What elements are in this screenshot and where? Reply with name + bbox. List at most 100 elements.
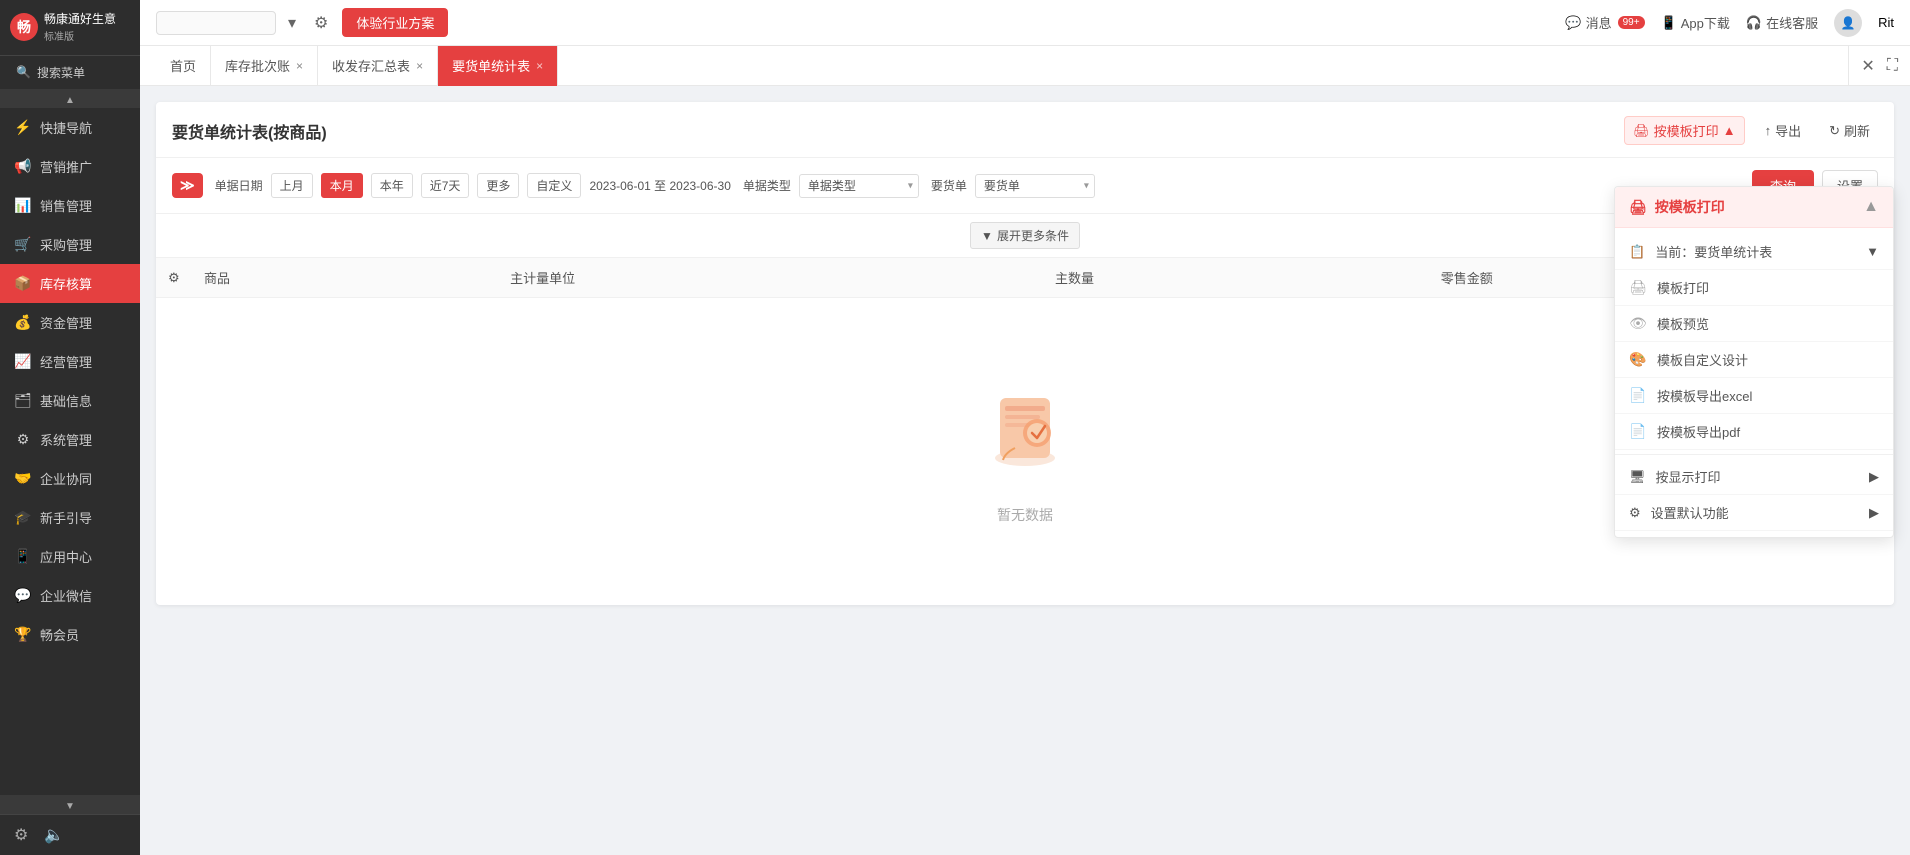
sidebar-item-basic[interactable]: 🗂 基础信息 [0, 381, 140, 420]
avatar-placeholder: 👤 [1841, 16, 1856, 30]
display-print-arrow-icon: ▶ [1869, 469, 1879, 485]
tab-receipt-summary-close[interactable]: × [416, 59, 423, 73]
order-status-wrapper: 要货单 ▾ [975, 174, 1095, 198]
date-btn-last-month[interactable]: 上月 [271, 173, 313, 198]
trial-button[interactable]: 体验行业方案 [342, 8, 448, 37]
tab-close-all-button[interactable]: ✕ [1859, 54, 1876, 78]
refresh-button[interactable]: ↻ 刷新 [1821, 117, 1878, 144]
tab-expand-button[interactable]: ⛶ [1885, 55, 1900, 77]
sound-icon[interactable]: 🔈 [44, 825, 64, 845]
display-print-icon: 🖥 [1629, 469, 1646, 485]
sidebar-item-finance[interactable]: 💰 资金管理 [0, 303, 140, 342]
sidebar-item-member[interactable]: 🏆 畅会员 [0, 615, 140, 654]
sidebar-nav: ⚡ 快捷导航 📢 营销推广 📊 销售管理 🛒 采购管理 📦 库存核算 💰 资金管… [0, 108, 140, 795]
app-icon: 📱 [1661, 15, 1677, 31]
sidebar-item-system[interactable]: ⚙ 系统管理 [0, 420, 140, 459]
expand-label: 展开更多条件 [997, 227, 1069, 244]
wechat-icon: 💬 [14, 586, 32, 604]
filter-date-group: 单据日期 上月 本月 本年 近7天 更多 自定义 2023-06-01 至 20… [215, 173, 731, 198]
sidebar-item-operation[interactable]: 📈 经营管理 [0, 342, 140, 381]
expand-more-button[interactable]: ▼ 展开更多条件 [970, 222, 1080, 249]
date-btn-more[interactable]: 更多 [477, 173, 519, 198]
template-preview-icon: 👁 [1629, 315, 1647, 333]
header-right: 💬 消息 99+ 📱 App下载 🎧 在线客服 👤 Rit [1565, 9, 1894, 37]
header-search-input[interactable] [156, 11, 276, 35]
online-service-item[interactable]: 🎧 在线客服 [1746, 13, 1818, 32]
sidebar-item-wechat[interactable]: 💬 企业微信 [0, 576, 140, 615]
guide-icon: 🎓 [14, 508, 32, 526]
tab-batch-account[interactable]: 库存批次账 × [211, 46, 318, 86]
print-dropdown-icon: 🖨 [1629, 199, 1647, 216]
order-status-select[interactable]: 要货单 [975, 174, 1095, 198]
sidebar-scroll-down[interactable]: ▼ [0, 795, 140, 814]
col-settings: ⚙ [156, 258, 192, 298]
export-button[interactable]: ↑ 导出 [1757, 117, 1810, 144]
export-pdf-item[interactable]: 📄 按模板导出pdf [1615, 414, 1893, 450]
app-download-item[interactable]: 📱 App下载 [1661, 13, 1730, 32]
logo-name: 畅康通好生意 [44, 12, 116, 28]
apps-icon: 📱 [14, 547, 32, 565]
template-print-item[interactable]: 🖨 模板打印 [1615, 270, 1893, 306]
display-print-section[interactable]: 🖥 按显示打印 ▶ [1615, 459, 1893, 495]
settings-icon[interactable]: ⚙ [14, 825, 28, 845]
message-label: 消息 [1586, 13, 1612, 32]
header-dropdown-button[interactable]: ▾ [284, 13, 300, 33]
tab-order-stats[interactable]: 要货单统计表 × [438, 46, 558, 86]
display-print-label: 按显示打印 [1656, 467, 1721, 486]
sidebar-item-inventory[interactable]: 📦 库存核算 [0, 264, 140, 303]
doctype-label: 单据类型 [743, 177, 791, 194]
date-btn-custom[interactable]: 自定义 [527, 173, 581, 198]
sidebar-item-label: 企业微信 [40, 586, 92, 605]
col-settings-icon[interactable]: ⚙ [168, 270, 180, 285]
date-btn-this-month[interactable]: 本月 [321, 173, 363, 198]
date-btn-7days[interactable]: 近7天 [421, 173, 470, 198]
export-icon: ↑ [1765, 123, 1772, 138]
avatar[interactable]: 👤 [1834, 9, 1862, 37]
export-label: 导出 [1775, 121, 1801, 140]
date-range-display: 2023-06-01 至 2023-06-30 [589, 177, 730, 194]
date-btn-this-year[interactable]: 本年 [371, 173, 413, 198]
sidebar-item-guide[interactable]: 🎓 新手引导 [0, 498, 140, 537]
message-item[interactable]: 💬 消息 99+ [1565, 13, 1644, 32]
default-func-left: ⚙ 设置默认功能 [1629, 503, 1729, 522]
marketing-icon: 📢 [14, 157, 32, 175]
sidebar-search[interactable]: 🔍 搜索菜单 [0, 56, 140, 89]
template-preview-item[interactable]: 👁 模板预览 [1615, 306, 1893, 342]
display-print-left: 🖥 按显示打印 [1629, 467, 1721, 486]
template-design-item[interactable]: 🎨 模板自定义设计 [1615, 342, 1893, 378]
template-print-label: 模板打印 [1657, 278, 1709, 297]
sidebar-item-sales[interactable]: 📊 销售管理 [0, 186, 140, 225]
search-icon: 🔍 [16, 65, 31, 79]
sidebar-item-collab[interactable]: 🤝 企业协同 [0, 459, 140, 498]
sidebar: 畅 畅康通好生意 标准版 🔍 搜索菜单 ▲ ⚡ 快捷导航 📢 营销推广 📊 销售… [0, 0, 140, 855]
tab-receipt-summary[interactable]: 收发存汇总表 × [318, 46, 438, 86]
print-dropdown-close-button[interactable]: ▲ [1863, 198, 1879, 216]
printer-icon: 🖨 [1633, 123, 1650, 139]
doctype-select-wrapper: 单据类型 ▾ [799, 174, 919, 198]
refresh-icon: ↻ [1829, 123, 1840, 139]
sidebar-item-label: 快捷导航 [40, 118, 92, 137]
export-excel-item[interactable]: 📄 按模板导出excel [1615, 378, 1893, 414]
sales-icon: 📊 [14, 196, 32, 214]
header-settings-button[interactable]: ⚙ [308, 13, 334, 33]
sidebar-item-label: 销售管理 [40, 196, 92, 215]
tab-order-stats-close[interactable]: × [536, 59, 543, 73]
default-func-arrow-icon: ▶ [1869, 505, 1879, 521]
sidebar-scroll-up[interactable]: ▲ [0, 89, 140, 108]
default-func-section[interactable]: ⚙ 设置默认功能 ▶ [1615, 495, 1893, 531]
default-func-icon: ⚙ [1629, 505, 1641, 521]
sidebar-item-apps[interactable]: 📱 应用中心 [0, 537, 140, 576]
tab-home[interactable]: 首页 [156, 46, 211, 86]
purchase-icon: 🛒 [14, 235, 32, 253]
sidebar-item-purchase[interactable]: 🛒 采购管理 [0, 225, 140, 264]
filter-doctype-group: 单据类型 单据类型 ▾ [743, 174, 919, 198]
logo-icon: 畅 [10, 13, 38, 41]
filter-toggle-button[interactable]: ≫ [172, 173, 203, 198]
sidebar-item-marketing[interactable]: 📢 营销推广 [0, 147, 140, 186]
print-template-button[interactable]: 🖨 按模板打印 ▲ [1624, 116, 1744, 145]
sidebar-item-quick-nav[interactable]: ⚡ 快捷导航 [0, 108, 140, 147]
tab-batch-account-close[interactable]: × [296, 59, 303, 73]
doctype-select[interactable]: 单据类型 [799, 174, 919, 198]
current-template-section[interactable]: 📋 当前：要货单统计表 ▼ [1615, 234, 1893, 270]
app-download-label: App下载 [1681, 13, 1730, 32]
